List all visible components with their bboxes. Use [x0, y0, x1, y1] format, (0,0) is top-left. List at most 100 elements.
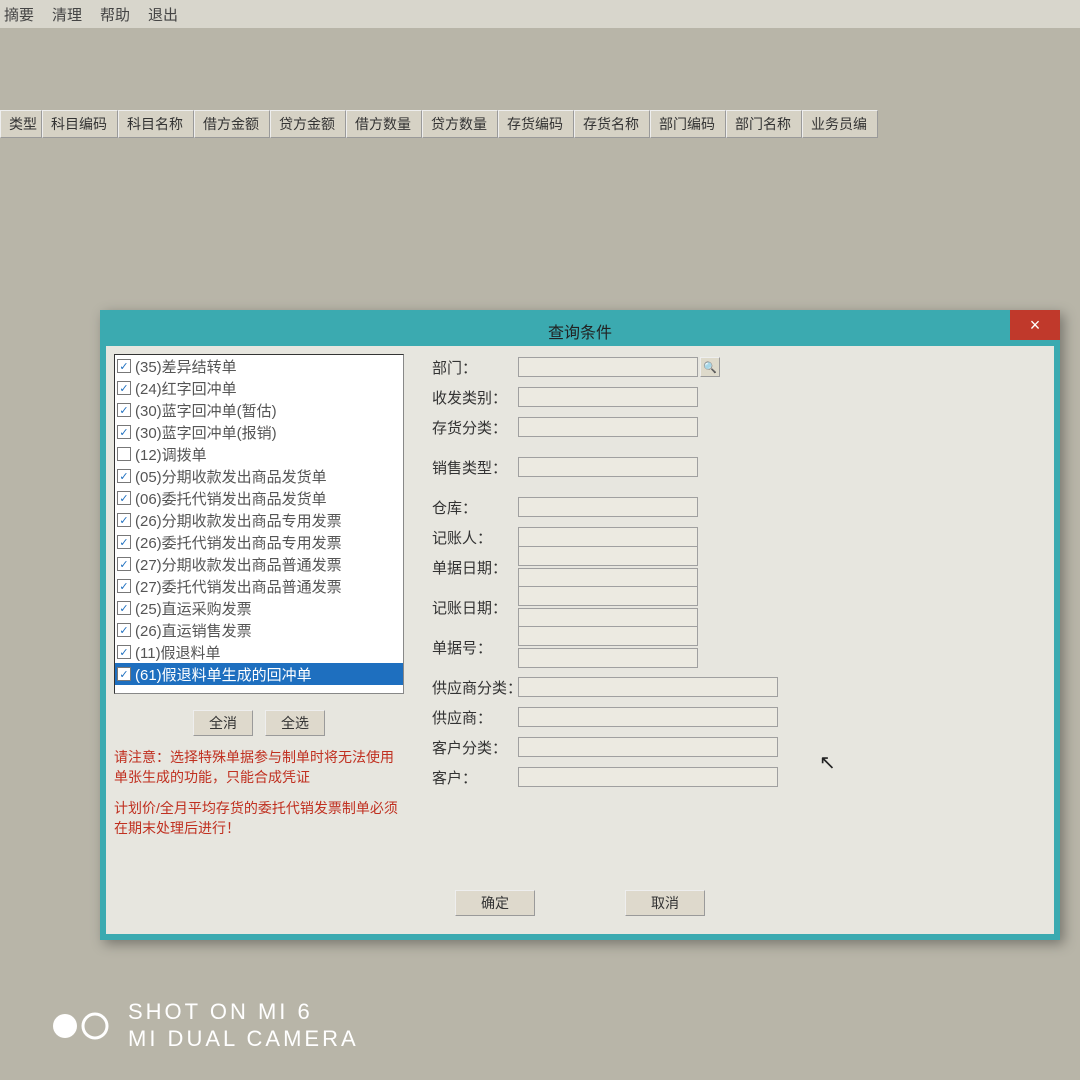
list-item-label: (24)红字回冲单: [135, 378, 237, 399]
list-item[interactable]: ✓ (27)分期收款发出商品普通发票: [115, 553, 403, 575]
grid-header-cell[interactable]: 存货编码: [498, 110, 574, 138]
list-item[interactable]: ✓ (35)差异结转单: [115, 355, 403, 377]
checkbox-icon[interactable]: ✓: [117, 425, 131, 439]
clear-all-button[interactable]: 全消: [193, 710, 253, 736]
accountant-input[interactable]: [518, 527, 698, 547]
docdate-label: 单据日期：: [432, 557, 518, 578]
checkbox-icon[interactable]: ✓: [117, 645, 131, 659]
checkbox-icon[interactable]: ✓: [117, 513, 131, 527]
invclass-input[interactable]: [518, 417, 698, 437]
list-item[interactable]: ✓(30)蓝字回冲单(报销): [115, 421, 403, 443]
vendorclass-input[interactable]: [518, 677, 778, 697]
checkbox-icon[interactable]: ✓: [117, 381, 131, 395]
grid-header-cell[interactable]: 借方金额: [194, 110, 270, 138]
list-item-label: (26)分期收款发出商品专用发票: [135, 510, 342, 531]
grid-header-cell[interactable]: 部门编码: [650, 110, 726, 138]
list-item-label: (25)直运采购发票: [135, 598, 252, 619]
bookdate-from-input[interactable]: [518, 586, 698, 606]
select-all-button[interactable]: 全选: [265, 710, 325, 736]
list-item[interactable]: ✓ (26)直运销售发票: [115, 619, 403, 641]
list-item-label: (27)委托代销发出商品普通发票: [135, 576, 342, 597]
custclass-input[interactable]: [518, 737, 778, 757]
checkbox-icon[interactable]: ✓: [117, 579, 131, 593]
grid-header-cell[interactable]: 类型: [0, 110, 42, 138]
watermark-line2: MI DUAL CAMERA: [128, 1026, 359, 1052]
grid-header-cell[interactable]: 借方数量: [346, 110, 422, 138]
list-item[interactable]: ✓ (30)蓝字回冲单(暂估): [115, 399, 403, 421]
doc-type-listbox[interactable]: ✓ (35)差异结转单 ✓ (24)红字回冲单 ✓ (30)蓝字回冲单(暂估)✓(30)蓝…: [114, 354, 404, 694]
menu-item-summary[interactable]: 摘要: [4, 4, 34, 25]
list-item[interactable]: ✓(06)委托代销发出商品发货单: [115, 487, 403, 509]
checkbox-icon[interactable]: ✓: [117, 491, 131, 505]
search-icon: 🔍: [703, 361, 717, 374]
grid-header-cell[interactable]: 科目编码: [42, 110, 118, 138]
dept-input[interactable]: [518, 357, 698, 377]
checkbox-icon[interactable]: [117, 447, 131, 461]
list-item[interactable]: ✓ (25)直运采购发票: [115, 597, 403, 619]
checkbox-icon[interactable]: ✓: [117, 601, 131, 615]
camera-watermark: SHOT ON MI 6 MI DUAL CAMERA: [50, 999, 359, 1052]
menu-item-clear[interactable]: 清理: [52, 4, 82, 25]
grid-header-cell[interactable]: 存货名称: [574, 110, 650, 138]
warehouse-label: 仓库：: [432, 497, 518, 518]
vendor-label: 供应商：: [432, 707, 518, 728]
docno-to-input[interactable]: [518, 648, 698, 668]
bookdate-to-input[interactable]: [518, 608, 698, 628]
grid-header-cell[interactable]: 贷方数量: [422, 110, 498, 138]
checkbox-icon[interactable]: ✓: [117, 557, 131, 571]
list-item[interactable]: ✓ (27)委托代销发出商品普通发票: [115, 575, 403, 597]
warning-text-2: 计划价/全月平均存货的委托代销发票制单必须在期末处理后进行！: [114, 799, 404, 838]
checkbox-icon[interactable]: ✓: [117, 359, 131, 373]
bookdate-label: 记账日期：: [432, 597, 518, 618]
saletype-input[interactable]: [518, 457, 698, 477]
checkbox-icon[interactable]: ✓: [117, 403, 131, 417]
list-item[interactable]: ✓(61)假退料单生成的回冲单: [115, 663, 403, 685]
menu-item-exit[interactable]: 退出: [148, 4, 178, 25]
customer-input[interactable]: [518, 767, 778, 787]
list-item[interactable]: ✓ (05)分期收款发出商品发货单: [115, 465, 403, 487]
list-item[interactable]: (12)调拨单: [115, 443, 403, 465]
ok-button[interactable]: 确定: [455, 890, 535, 916]
list-item-label: (26)直运销售发票: [135, 620, 252, 641]
accountant-label: 记账人：: [432, 527, 518, 548]
dept-lookup-button[interactable]: 🔍: [700, 357, 720, 377]
grid-header-cell[interactable]: 贷方金额: [270, 110, 346, 138]
warehouse-input[interactable]: [518, 497, 698, 517]
warning-text-1: 请注意：选择特殊单据参与制单时将无法使用单张生成的功能，只能合成凭证: [114, 748, 404, 787]
list-item[interactable]: ✓ (26)分期收款发出商品专用发票: [115, 509, 403, 531]
rdtype-input[interactable]: [518, 387, 698, 407]
close-button[interactable]: ×: [1010, 310, 1060, 340]
list-item[interactable]: ✓ (11)假退料单: [115, 641, 403, 663]
checkbox-icon[interactable]: ✓: [117, 667, 131, 681]
docdate-from-input[interactable]: [518, 546, 698, 566]
docdate-to-input[interactable]: [518, 568, 698, 588]
docno-from-input[interactable]: [518, 626, 698, 646]
invclass-label: 存货分类：: [432, 417, 518, 438]
dialog-title-bar: 查询条件 ×: [106, 316, 1054, 346]
query-dialog: 查询条件 × ✓ (35)差异结转单 ✓ (24)红字回冲单 ✓ (30)蓝字回冲单(暂估…: [100, 310, 1060, 940]
saletype-label: 销售类型：: [432, 457, 518, 478]
cancel-button[interactable]: 取消: [625, 890, 705, 916]
list-item-label: (05)分期收款发出商品发货单: [135, 466, 327, 487]
checkbox-icon[interactable]: ✓: [117, 469, 131, 483]
dialog-title: 查询条件: [548, 319, 612, 343]
menu-item-help[interactable]: 帮助: [100, 4, 130, 25]
grid-header-cell[interactable]: 部门名称: [726, 110, 802, 138]
list-item[interactable]: ✓ (24)红字回冲单: [115, 377, 403, 399]
list-item-label: (30)蓝字回冲单(暂估): [135, 400, 277, 421]
checkbox-icon[interactable]: ✓: [117, 623, 131, 637]
grid-header-cell[interactable]: 业务员编: [802, 110, 878, 138]
list-item-label: (35)差异结转单: [135, 356, 237, 377]
list-item-label: (11)假退料单: [135, 642, 221, 663]
list-item-label: (27)分期收款发出商品普通发票: [135, 554, 342, 575]
dual-lens-icon: [50, 1011, 110, 1041]
vendor-input[interactable]: [518, 707, 778, 727]
vendorclass-label: 供应商分类：: [432, 677, 518, 698]
checkbox-icon[interactable]: ✓: [117, 535, 131, 549]
watermark-line1: SHOT ON MI 6: [128, 999, 359, 1025]
grid-header-cell[interactable]: 科目名称: [118, 110, 194, 138]
list-item[interactable]: ✓(26)委托代销发出商品专用发票: [115, 531, 403, 553]
app-icon: [112, 323, 128, 339]
rdtype-label: 收发类别：: [432, 387, 518, 408]
list-item-label: (12)调拨单: [135, 444, 207, 465]
